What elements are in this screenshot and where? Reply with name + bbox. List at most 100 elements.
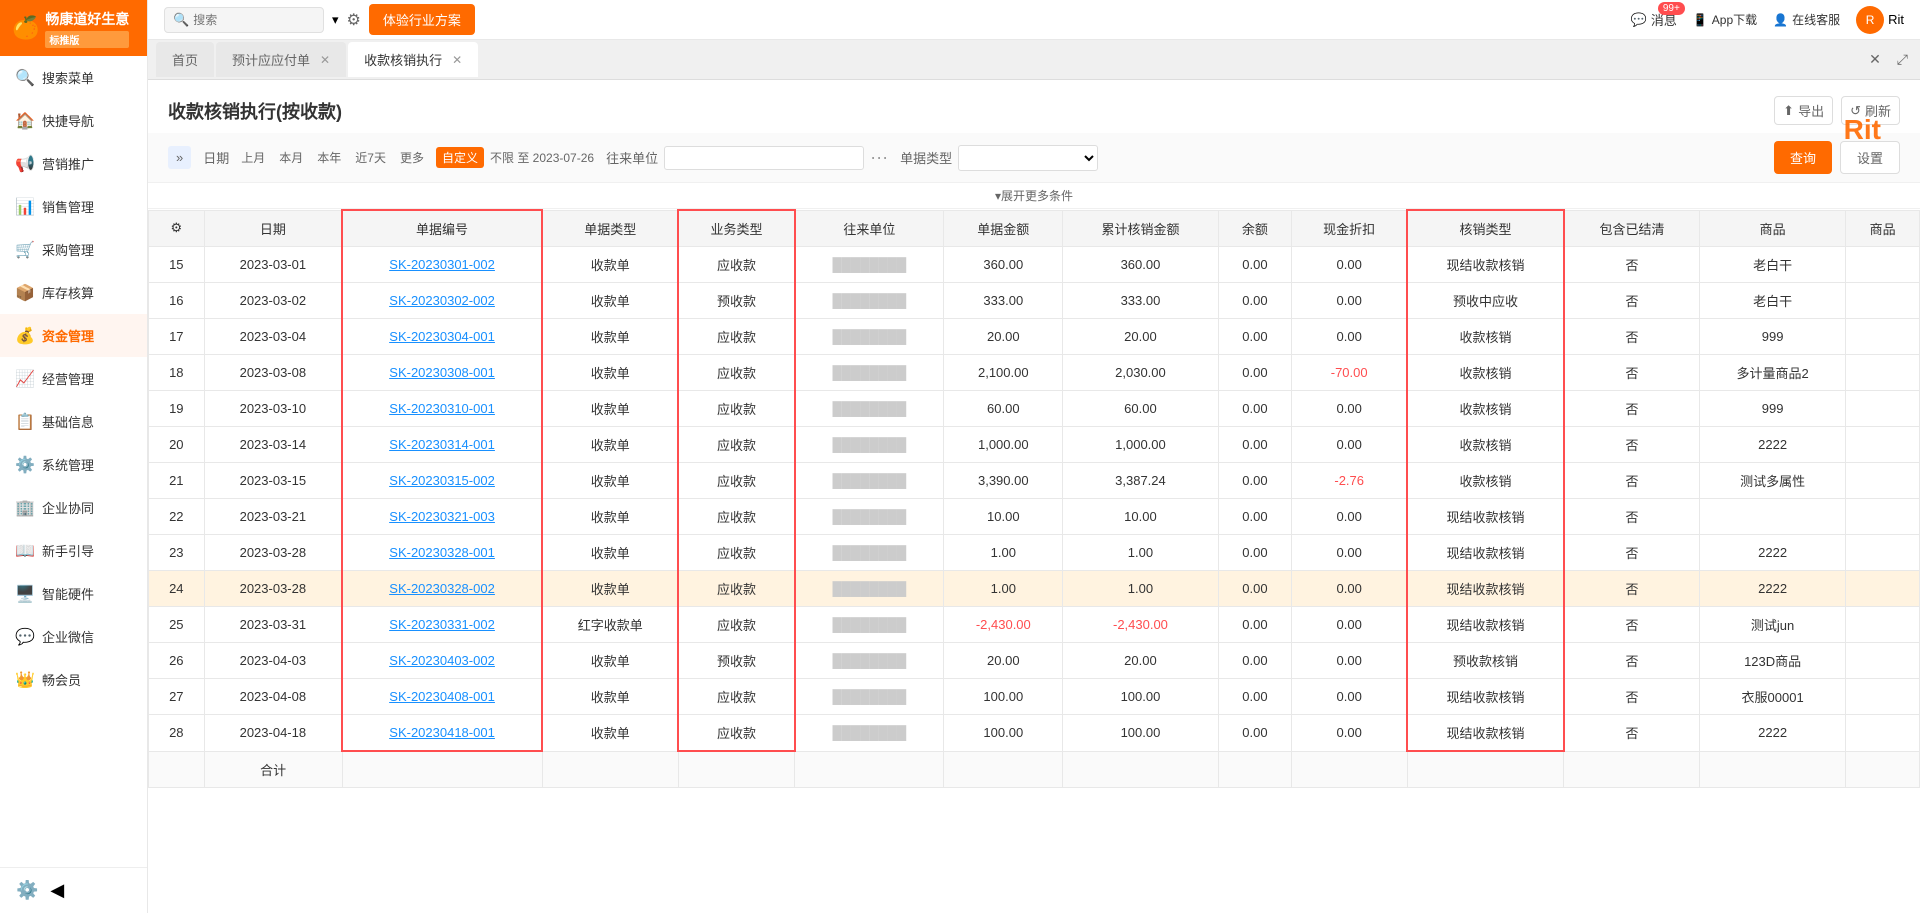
cell-12-10: 现结收款核销: [1407, 679, 1564, 715]
sidebar-item-corp[interactable]: 🏢企业协同: [0, 486, 147, 529]
cell-13-2[interactable]: SK-20230418-001: [342, 715, 542, 752]
cell-9-2[interactable]: SK-20230328-002: [342, 571, 542, 607]
partner-more-icon[interactable]: ···: [870, 147, 888, 168]
sidebar-item-search[interactable]: 🔍搜索菜单: [0, 56, 147, 99]
tab-collection[interactable]: 收款核销执行✕: [348, 42, 478, 77]
sidebar-item-inventory[interactable]: 📦库存核算: [0, 271, 147, 314]
settings-icon[interactable]: ⚙️: [16, 880, 38, 901]
cell-5-2[interactable]: SK-20230314-001: [342, 427, 542, 463]
sn-link[interactable]: SK-20230304-001: [389, 329, 495, 344]
this-year-btn[interactable]: 本年: [311, 147, 347, 168]
sidebar-footer[interactable]: ⚙️ ◀: [0, 867, 147, 913]
sidebar-item-system[interactable]: ⚙️系统管理: [0, 443, 147, 486]
custom-date-btn[interactable]: 自定义: [436, 147, 484, 168]
search-area[interactable]: 🔍: [164, 7, 324, 33]
cell-2-2[interactable]: SK-20230304-001: [342, 319, 542, 355]
cell-2-3: 收款单: [542, 319, 678, 355]
total-cell-10: [1407, 751, 1564, 787]
topbar-dropdown[interactable]: ▾: [332, 12, 339, 28]
sidebar-item-quick[interactable]: 🏠快捷导航: [0, 99, 147, 142]
cell-6-2[interactable]: SK-20230315-002: [342, 463, 542, 499]
sn-link[interactable]: SK-20230418-001: [389, 725, 495, 740]
sn-link[interactable]: SK-20230310-001: [389, 401, 495, 416]
cell-3-2[interactable]: SK-20230308-001: [342, 355, 542, 391]
table-row[interactable]: 222023-03-21SK-20230321-003收款单应收款███████…: [149, 499, 1920, 535]
cell-11-2[interactable]: SK-20230403-002: [342, 643, 542, 679]
sn-link[interactable]: SK-20230403-002: [389, 653, 495, 668]
topbar-gear-icon[interactable]: ⚙: [347, 10, 361, 30]
sidebar-item-operation[interactable]: 📈经营管理: [0, 357, 147, 400]
solution-btn[interactable]: 体验行业方案: [369, 4, 475, 35]
tab-home[interactable]: 首页: [156, 42, 214, 77]
sn-link[interactable]: SK-20230301-002: [389, 257, 495, 272]
tab-close-collection[interactable]: ✕: [452, 53, 462, 67]
sn-link[interactable]: SK-20230314-001: [389, 437, 495, 452]
export-btn[interactable]: ⬆ 导出: [1774, 96, 1833, 125]
cell-13-8: 0.00: [1218, 715, 1292, 752]
table-row[interactable]: 282023-04-18SK-20230418-001收款单应收款███████…: [149, 715, 1920, 752]
type-select[interactable]: [958, 145, 1098, 171]
online-service-btn[interactable]: 👤 在线客服: [1773, 11, 1840, 28]
last7-btn[interactable]: 近7天: [349, 147, 392, 168]
collapse-icon[interactable]: ◀: [50, 880, 64, 901]
sidebar-item-finance[interactable]: 💰资金管理: [0, 314, 147, 357]
user-avatar-area[interactable]: R Rit: [1856, 6, 1904, 34]
table-row[interactable]: 212023-03-15SK-20230315-002收款单应收款███████…: [149, 463, 1920, 499]
query-btn[interactable]: 查询: [1774, 141, 1832, 174]
sidebar-item-basic[interactable]: 📋基础信息: [0, 400, 147, 443]
this-month-btn[interactable]: 本月: [273, 147, 309, 168]
more-date-btn[interactable]: 更多: [394, 147, 430, 168]
sn-link[interactable]: SK-20230321-003: [389, 509, 495, 524]
sidebar-item-hardware[interactable]: 🖥️智能硬件: [0, 572, 147, 615]
table-row[interactable]: 272023-04-08SK-20230408-001收款单应收款███████…: [149, 679, 1920, 715]
col-header-0: ⚙: [149, 210, 205, 247]
expand-more-bar[interactable]: ▾ 展开更多条件: [148, 183, 1920, 209]
table-row[interactable]: 242023-03-28SK-20230328-002收款单应收款███████…: [149, 571, 1920, 607]
sn-link[interactable]: SK-20230408-001: [389, 689, 495, 704]
cell-4-10: 收款核销: [1407, 391, 1564, 427]
table-row[interactable]: 192023-03-10SK-20230310-001收款单应收款███████…: [149, 391, 1920, 427]
last-month-btn[interactable]: 上月: [235, 147, 271, 168]
tab-label-receivable: 预计应应付单: [232, 50, 310, 69]
sn-link[interactable]: SK-20230328-002: [389, 581, 495, 596]
cell-0-2[interactable]: SK-20230301-002: [342, 247, 542, 283]
sidebar-item-marketing[interactable]: 📢营销推广: [0, 142, 147, 185]
tab-receivable[interactable]: 预计应应付单 ✕: [216, 42, 346, 77]
message-badge: 99+: [1658, 2, 1685, 15]
sidebar-item-wechat[interactable]: 💬企业微信: [0, 615, 147, 658]
sn-link[interactable]: SK-20230328-001: [389, 545, 495, 560]
table-row[interactable]: 232023-03-28SK-20230328-001收款单应收款███████…: [149, 535, 1920, 571]
sidebar-item-member[interactable]: 👑畅会员: [0, 658, 147, 701]
sn-link[interactable]: SK-20230302-002: [389, 293, 495, 308]
sidebar-item-sales[interactable]: 📊销售管理: [0, 185, 147, 228]
cell-1-2[interactable]: SK-20230302-002: [342, 283, 542, 319]
app-download-btn[interactable]: 📱 App下载: [1693, 11, 1757, 28]
cell-8-2[interactable]: SK-20230328-001: [342, 535, 542, 571]
settings-col-icon[interactable]: ⚙: [170, 220, 182, 235]
table-row[interactable]: 182023-03-08SK-20230308-001收款单应收款███████…: [149, 355, 1920, 391]
maximize-btn[interactable]: ⤢: [1893, 47, 1912, 72]
sidebar-item-purchase[interactable]: 🛒采购管理: [0, 228, 147, 271]
table-row[interactable]: 202023-03-14SK-20230314-001收款单应收款███████…: [149, 427, 1920, 463]
sidebar-item-guide[interactable]: 📖新手引导: [0, 529, 147, 572]
filter-expand-btn[interactable]: »: [168, 146, 191, 169]
table-row[interactable]: 252023-03-31SK-20230331-002红字收款单应收款█████…: [149, 607, 1920, 643]
search-input[interactable]: [193, 13, 293, 27]
table-row[interactable]: 162023-03-02SK-20230302-002收款单预收款███████…: [149, 283, 1920, 319]
cell-10-2[interactable]: SK-20230331-002: [342, 607, 542, 643]
sidebar-label-sales: 销售管理: [42, 197, 94, 216]
close-tab-btn[interactable]: ✕: [1865, 47, 1885, 72]
sn-link[interactable]: SK-20230331-002: [389, 617, 495, 632]
table-row[interactable]: 152023-03-01SK-20230301-002收款单应收款███████…: [149, 247, 1920, 283]
sn-link[interactable]: SK-20230315-002: [389, 473, 495, 488]
table-row[interactable]: 172023-03-04SK-20230304-001收款单应收款███████…: [149, 319, 1920, 355]
table-row[interactable]: 262023-04-03SK-20230403-002收款单预收款███████…: [149, 643, 1920, 679]
cell-12-2[interactable]: SK-20230408-001: [342, 679, 542, 715]
cell-7-2[interactable]: SK-20230321-003: [342, 499, 542, 535]
sn-link[interactable]: SK-20230308-001: [389, 365, 495, 380]
table-container[interactable]: ⚙日期单据编号单据类型业务类型往来单位单据金额累计核销金额余额现金折扣核销类型包…: [148, 209, 1920, 913]
partner-input[interactable]: [664, 146, 864, 170]
tab-close-receivable[interactable]: ✕: [320, 53, 330, 67]
cell-4-2[interactable]: SK-20230310-001: [342, 391, 542, 427]
message-btn[interactable]: 💬 消息 99+: [1631, 10, 1677, 29]
